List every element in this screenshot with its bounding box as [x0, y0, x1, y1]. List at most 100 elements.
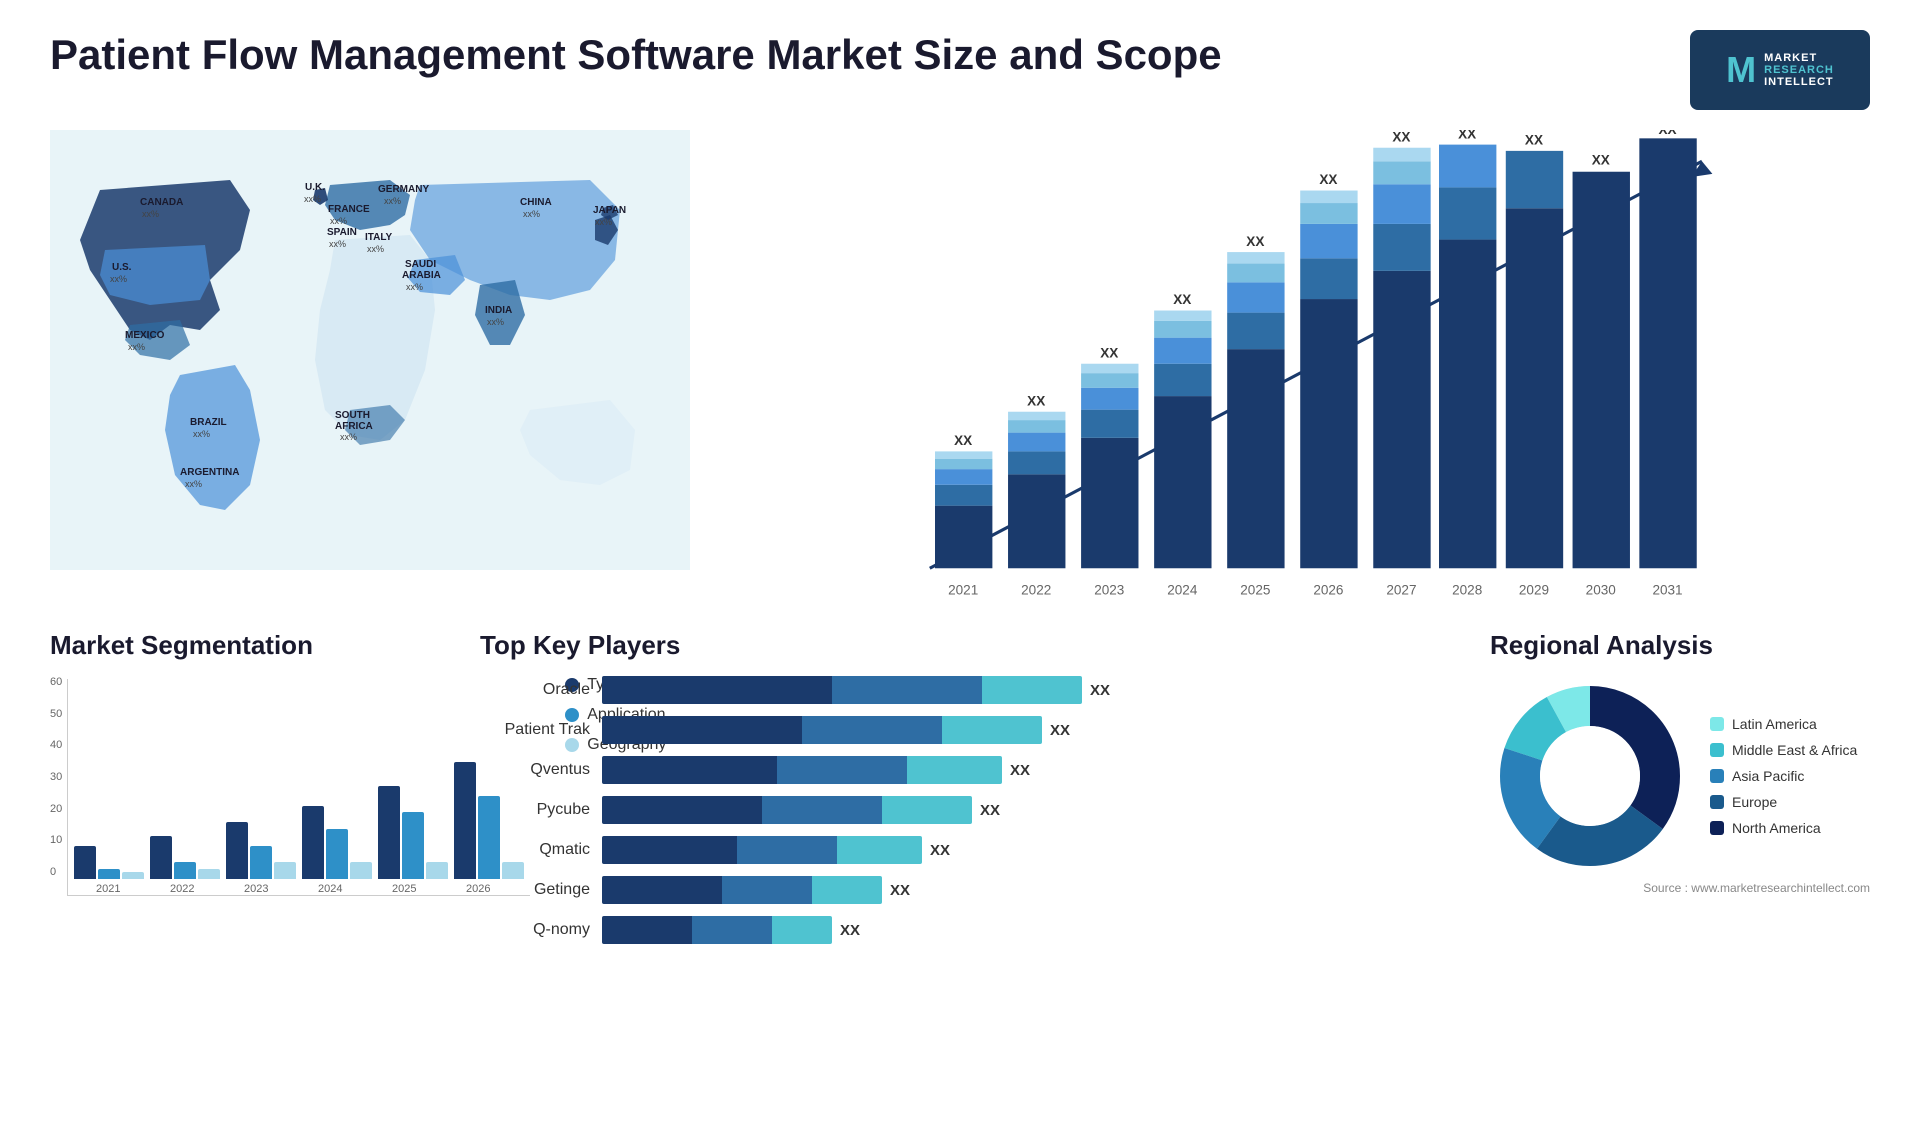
y-label-40: 40: [50, 739, 62, 751]
bar-group-2023: [226, 822, 296, 879]
pt-seg2: [802, 716, 942, 744]
bar-2023-geo: [274, 862, 296, 879]
oracle-seg2: [832, 676, 982, 704]
svg-text:2028: 2028: [1452, 582, 1482, 597]
py-seg1: [602, 796, 762, 824]
svg-text:2029: 2029: [1519, 582, 1549, 597]
dot-north-america: [1710, 821, 1724, 835]
svg-text:U.S.: U.S.: [112, 262, 132, 273]
logo-line1: MARKET: [1764, 52, 1834, 64]
pt-label: XX: [1050, 722, 1070, 739]
legend-north-america: North America: [1710, 820, 1857, 836]
player-name-qventus: Qventus: [480, 761, 590, 779]
player-row-getinge: Getinge XX: [480, 876, 1440, 904]
svg-text:AFRICA: AFRICA: [335, 421, 373, 432]
bar-group-2025: [378, 786, 448, 879]
player-name-patienttrak: Patient Trak: [480, 721, 590, 739]
player-row-patienttrak: Patient Trak XX: [480, 716, 1440, 744]
svg-text:xx%: xx%: [128, 342, 145, 352]
pt-seg1: [602, 716, 802, 744]
qm-seg2: [737, 836, 837, 864]
bar-2022-app: [174, 862, 196, 879]
page-container: Patient Flow Management Software Market …: [0, 0, 1920, 1146]
dot-asia-pacific: [1710, 769, 1724, 783]
ge-seg3: [812, 876, 882, 904]
donut-chart: [1490, 676, 1690, 876]
svg-text:XX: XX: [1100, 345, 1118, 360]
player-bar-qnomy: XX: [602, 916, 1440, 944]
player-row-qnomy: Q-nomy XX: [480, 916, 1440, 944]
bar-group-2022: [150, 836, 220, 879]
dot-latin-america: [1710, 717, 1724, 731]
segmentation-title: Market Segmentation: [50, 630, 430, 661]
bar-2022-geo: [198, 869, 220, 879]
svg-text:xx%: xx%: [142, 209, 159, 219]
svg-text:2025: 2025: [1240, 582, 1270, 597]
top-row: CANADA xx% U.S. xx% MEXICO xx% BRAZIL xx…: [50, 130, 1870, 610]
svg-text:JAPAN: JAPAN: [593, 205, 626, 216]
logo-m-letter: M: [1726, 49, 1756, 91]
map-section: CANADA xx% U.S. xx% MEXICO xx% BRAZIL xx…: [50, 130, 690, 610]
logo-text-right: MARKET RESEARCH INTELLECT: [1764, 52, 1834, 88]
svg-text:xx%: xx%: [487, 317, 504, 327]
oracle-seg3: [982, 676, 1082, 704]
svg-text:xx%: xx%: [384, 196, 401, 206]
legend-latin-america: Latin America: [1710, 716, 1857, 732]
svg-text:ARABIA: ARABIA: [402, 270, 441, 281]
svg-text:FRANCE: FRANCE: [328, 204, 370, 215]
bar-2022-type: [150, 836, 172, 879]
player-name-qmatic: Qmatic: [480, 841, 590, 859]
qn-seg3: [772, 916, 832, 944]
y-label-10: 10: [50, 834, 62, 846]
ge-seg1: [602, 876, 722, 904]
svg-text:2023: 2023: [1094, 582, 1124, 597]
players-title: Top Key Players: [480, 630, 1440, 661]
svg-text:XX: XX: [1525, 133, 1543, 148]
svg-text:xx%: xx%: [185, 479, 202, 489]
bar-2021-app: [98, 869, 120, 879]
label-latin-america: Latin America: [1732, 716, 1817, 732]
oracle-label: XX: [1090, 682, 1110, 699]
svg-text:2022: 2022: [1021, 582, 1051, 597]
svg-text:INDIA: INDIA: [485, 305, 512, 316]
svg-text:xx%: xx%: [406, 282, 423, 292]
oracle-seg1: [602, 676, 832, 704]
label-mea: Middle East & Africa: [1732, 742, 1857, 758]
svg-text:SOUTH: SOUTH: [335, 410, 370, 421]
bar-2025-geo: [426, 862, 448, 879]
player-name-pycube: Pycube: [480, 801, 590, 819]
svg-text:xx%: xx%: [340, 432, 357, 442]
py-seg3: [882, 796, 972, 824]
bar-2025-type: [378, 786, 400, 879]
svg-text:CHINA: CHINA: [520, 197, 552, 208]
qn-seg2: [692, 916, 772, 944]
regional-legend: Latin America Middle East & Africa Asia …: [1710, 716, 1857, 836]
svg-text:ARGENTINA: ARGENTINA: [180, 467, 239, 478]
page-title: Patient Flow Management Software Market …: [50, 30, 1222, 80]
label-north-america: North America: [1732, 820, 1821, 836]
ge-seg2: [722, 876, 812, 904]
qm-label: XX: [930, 842, 950, 859]
pt-seg3: [942, 716, 1042, 744]
regional-section: Regional Analysis: [1490, 630, 1870, 1116]
logo-line2: RESEARCH: [1764, 64, 1834, 76]
player-row-qventus: Qventus XX: [480, 756, 1440, 784]
donut-and-legend: Latin America Middle East & Africa Asia …: [1490, 676, 1870, 876]
segmentation-section: Market Segmentation 0 10 20 30 40 50 60: [50, 630, 430, 1116]
svg-text:XX: XX: [954, 433, 972, 448]
svg-text:U.K.: U.K.: [305, 182, 325, 193]
player-name-oracle: Oracle: [480, 681, 590, 699]
svg-text:XX: XX: [1592, 152, 1610, 167]
svg-text:MEXICO: MEXICO: [125, 330, 165, 341]
bar-2024-type: [302, 806, 324, 879]
player-bar-getinge: XX: [602, 876, 1440, 904]
qn-label: XX: [840, 922, 860, 939]
player-row-pycube: Pycube XX: [480, 796, 1440, 824]
player-name-qnomy: Q-nomy: [480, 921, 590, 939]
svg-text:2021: 2021: [948, 582, 978, 597]
y-label-60: 60: [50, 676, 62, 688]
svg-text:xx%: xx%: [304, 194, 321, 204]
x-label-2024: 2024: [296, 883, 364, 895]
dot-europe: [1710, 795, 1724, 809]
qm-seg3: [837, 836, 922, 864]
